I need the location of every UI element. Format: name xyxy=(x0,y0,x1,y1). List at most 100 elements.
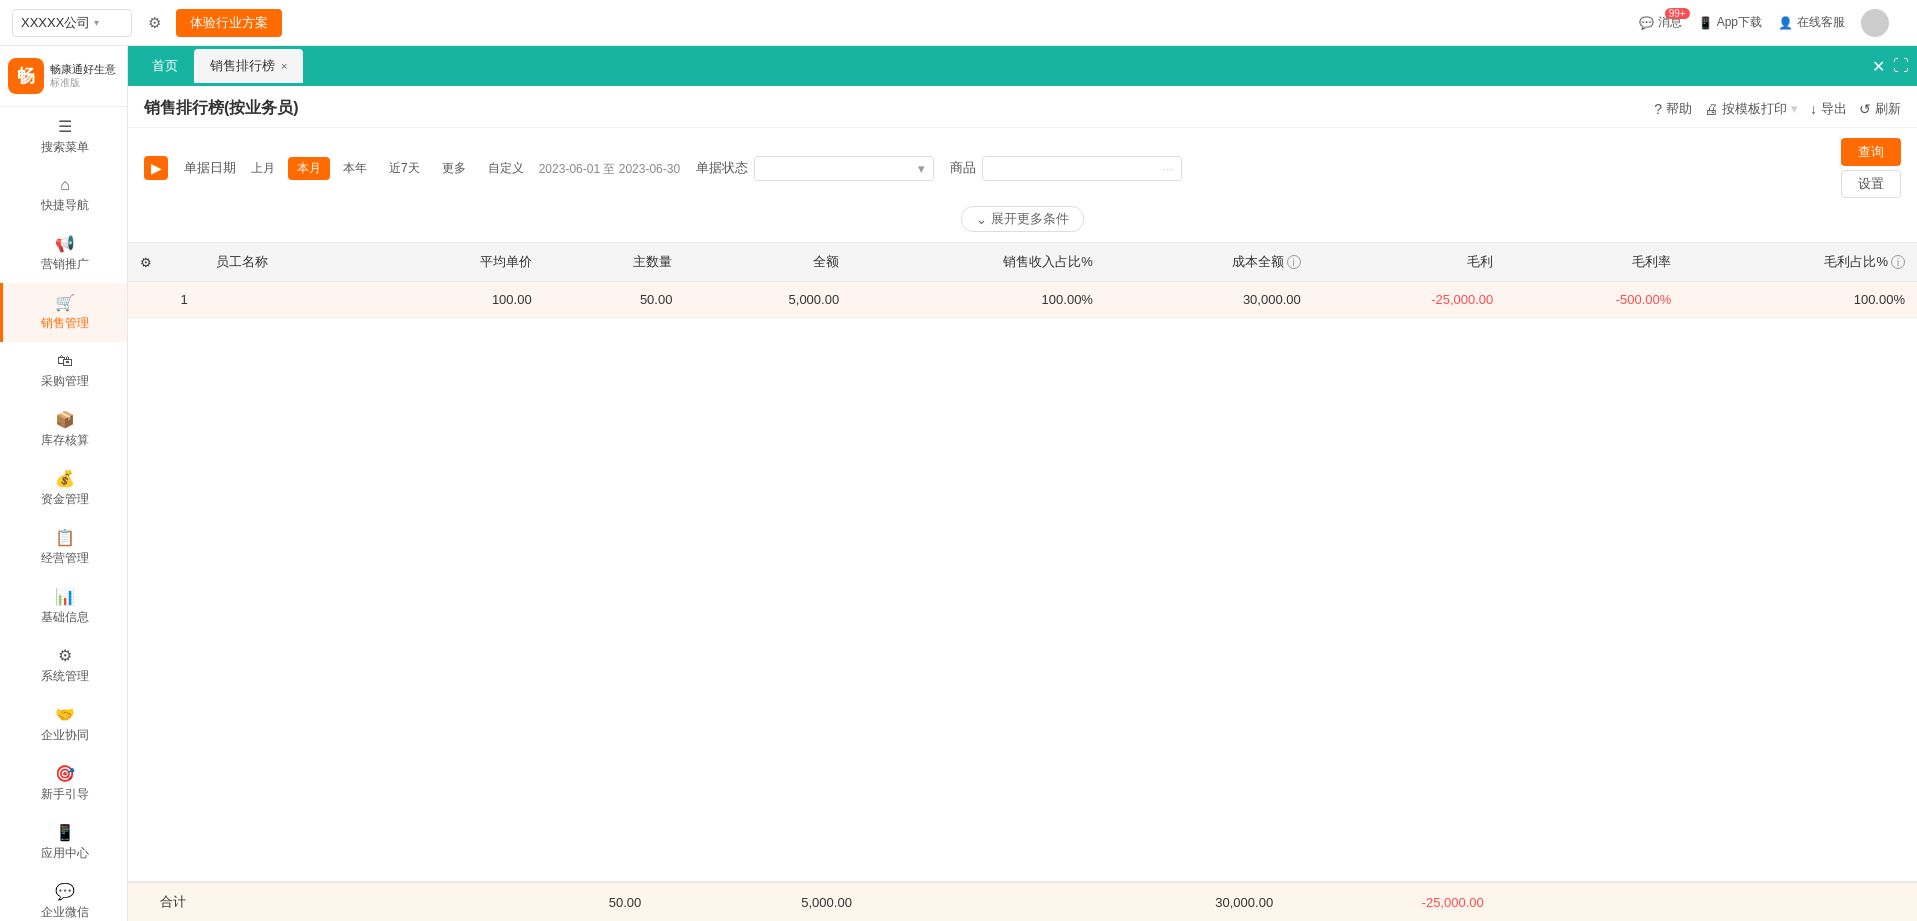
tab-sales-ranking[interactable]: 销售排行榜 × xyxy=(194,49,303,83)
th-gross-rate: 毛利率 xyxy=(1505,243,1683,282)
app-body: 畅 畅康通好生意 标准版 ☰ 搜索菜单 ⌂ 快捷导航 📢 营销推广 🛒 销售管理… xyxy=(0,46,1917,921)
expand-more-button[interactable]: ⌄ 展开更多条件 xyxy=(961,206,1084,232)
trial-button[interactable]: 体验行业方案 xyxy=(176,9,282,37)
tab-home-label: 首页 xyxy=(152,57,178,75)
main-content: 首页 销售排行榜 × ✕ ⛶ 销售排行榜(按业务员) ? 帮助 xyxy=(128,46,1917,921)
sidebar-brand: 畅 畅康通好生意 标准版 xyxy=(0,46,127,107)
export-label: 导出 xyxy=(1821,100,1847,118)
filter-date-group: 单据日期 上月 本月 本年 近7天 更多 自定义 2023-06-01 至 20… xyxy=(184,157,680,180)
app-center-icon: 📱 xyxy=(55,823,75,842)
date-tab-last-7-days[interactable]: 近7天 xyxy=(380,157,429,180)
inventory-icon: 📦 xyxy=(55,410,75,429)
print-button[interactable]: 🖨 按模板打印 ▾ xyxy=(1704,100,1798,118)
query-buttons: 查询 设置 xyxy=(1841,138,1901,198)
tab-close-icon[interactable]: × xyxy=(281,60,287,72)
query-button[interactable]: 查询 xyxy=(1841,138,1901,166)
footer-total-label: 合计 xyxy=(140,893,220,911)
help-button[interactable]: ? 帮助 xyxy=(1654,100,1692,118)
refresh-button[interactable]: ↺ 刷新 xyxy=(1859,100,1901,118)
cell-amount: 5,000.00 xyxy=(684,282,851,318)
wechat-icon: 💬 xyxy=(55,882,75,901)
page-content: 销售排行榜(按业务员) ? 帮助 🖨 按模板打印 ▾ ↓ 导出 xyxy=(128,86,1917,921)
sidebar-label-basic: 基础信息 xyxy=(41,609,89,626)
tab-sales-label: 销售排行榜 xyxy=(210,57,275,75)
support-icon: 👤 xyxy=(1778,16,1793,30)
th-cost: 成本全额 i xyxy=(1105,243,1313,282)
date-filter-label: 单据日期 xyxy=(184,159,236,177)
sidebar-label-quick: 快捷导航 xyxy=(41,197,89,214)
sidebar-item-finance[interactable]: 💰 资金管理 xyxy=(0,459,127,518)
status-select[interactable]: ▾ xyxy=(754,156,934,181)
footer-cells: 50.00 5,000.00 30,000.00 -25,000.00 xyxy=(220,895,1905,910)
basic-info-icon: 📊 xyxy=(55,587,75,606)
cell-avg-price: 100.00 xyxy=(374,282,544,318)
th-rank xyxy=(164,243,204,282)
date-tabs: 上月 本月 本年 近7天 更多 自定义 xyxy=(242,157,533,180)
export-icon: ↓ xyxy=(1810,101,1817,117)
table-footer: 合计 50.00 5,000.00 30,000.00 -25,000.00 xyxy=(128,881,1917,921)
th-settings[interactable]: ⚙ xyxy=(128,243,164,282)
sidebar-item-search-order[interactable]: ☰ 搜索菜单 xyxy=(0,107,127,166)
settings-gear-button[interactable]: ⚙ xyxy=(140,9,168,37)
sales-icon: 🛒 xyxy=(55,293,75,312)
print-chevron-icon: ▾ xyxy=(1791,101,1798,116)
sidebar-item-onboarding[interactable]: 🎯 新手引导 xyxy=(0,754,127,813)
sidebar-label-inventory: 库存核算 xyxy=(41,432,89,449)
export-button[interactable]: ↓ 导出 xyxy=(1810,100,1847,118)
sidebar-item-marketing[interactable]: 📢 营销推广 xyxy=(0,224,127,283)
th-avg-price: 平均单价 xyxy=(374,243,544,282)
sidebar-label-app-center: 应用中心 xyxy=(41,845,89,862)
company-selector[interactable]: XXXXX公司 ▾ xyxy=(12,9,132,37)
system-icon: ⚙ xyxy=(58,646,72,665)
tab-minimize-button[interactable]: ✕ xyxy=(1872,57,1885,76)
app-download-button[interactable]: 📱 App下载 xyxy=(1698,14,1762,31)
data-table: ⚙ 员工名称 平均单价 主数量 全额 销售收入占比% 成本全额 i xyxy=(128,243,1917,318)
refresh-icon: ↺ xyxy=(1859,101,1871,117)
date-tab-custom[interactable]: 自定义 xyxy=(479,157,533,180)
filter-expand-icon[interactable]: ▶ xyxy=(144,156,168,180)
date-tab-more[interactable]: 更多 xyxy=(433,157,475,180)
sidebar-item-purchase[interactable]: 🛍 采购管理 xyxy=(0,342,127,400)
sidebar-item-operations[interactable]: 📋 经营管理 xyxy=(0,518,127,577)
date-tab-last-month[interactable]: 上月 xyxy=(242,157,284,180)
sidebar-item-app-center[interactable]: 📱 应用中心 xyxy=(0,813,127,872)
sidebar-label-onboarding: 新手引导 xyxy=(41,786,89,803)
footer-cost: 30,000.00 xyxy=(1063,895,1274,910)
gross-pct-info-icon[interactable]: i xyxy=(1891,255,1905,269)
date-tab-current-year[interactable]: 本年 xyxy=(334,157,376,180)
purchase-icon: 🛍 xyxy=(57,352,73,370)
sidebar-item-quick-nav[interactable]: ⌂ 快捷导航 xyxy=(0,166,127,224)
online-support-label: 在线客服 xyxy=(1797,14,1845,31)
tab-home[interactable]: 首页 xyxy=(136,49,194,83)
help-icon: ? xyxy=(1654,101,1662,117)
message-button[interactable]: 💬 消息 99+ xyxy=(1639,14,1682,31)
sidebar-label-marketing: 营销推广 xyxy=(41,256,89,273)
table-settings-button[interactable]: 设置 xyxy=(1841,170,1901,198)
goods-select[interactable]: ··· xyxy=(982,156,1182,181)
online-support-button[interactable]: 👤 在线客服 xyxy=(1778,14,1845,31)
sidebar-label-finance: 资金管理 xyxy=(41,491,89,508)
tab-expand-button[interactable]: ⛶ xyxy=(1893,57,1909,75)
sidebar-label-wechat: 企业微信 xyxy=(41,904,89,921)
sidebar-item-system[interactable]: ⚙ 系统管理 xyxy=(0,636,127,695)
sidebar-label-sales: 销售管理 xyxy=(41,315,89,332)
sidebar-item-basic-info[interactable]: 📊 基础信息 xyxy=(0,577,127,636)
marketing-icon: 📢 xyxy=(55,234,75,253)
expand-more-label: 展开更多条件 xyxy=(991,210,1069,228)
sidebar-label-search: 搜索菜单 xyxy=(41,139,89,156)
cell-gross-pct: 100.00% xyxy=(1683,282,1917,318)
sidebar-item-wechat[interactable]: 💬 企业微信 xyxy=(0,872,127,921)
page-actions: ? 帮助 🖨 按模板打印 ▾ ↓ 导出 ↺ 刷新 xyxy=(1654,100,1901,118)
date-tab-current-month[interactable]: 本月 xyxy=(288,157,330,180)
search-order-icon: ☰ xyxy=(58,117,72,136)
cost-info-icon[interactable]: i xyxy=(1287,255,1301,269)
sidebar-label-operations: 经营管理 xyxy=(41,550,89,567)
th-sales-pct: 销售收入占比% xyxy=(851,243,1105,282)
sidebar-item-enterprise[interactable]: 🤝 企业协同 xyxy=(0,695,127,754)
cell-quantity: 50.00 xyxy=(544,282,685,318)
onboarding-icon: 🎯 xyxy=(55,764,75,783)
sidebar-item-sales[interactable]: 🛒 销售管理 xyxy=(0,283,127,342)
sidebar-item-inventory[interactable]: 📦 库存核算 xyxy=(0,400,127,459)
avatar[interactable] xyxy=(1861,9,1889,37)
cell-sales-pct: 100.00% xyxy=(851,282,1105,318)
